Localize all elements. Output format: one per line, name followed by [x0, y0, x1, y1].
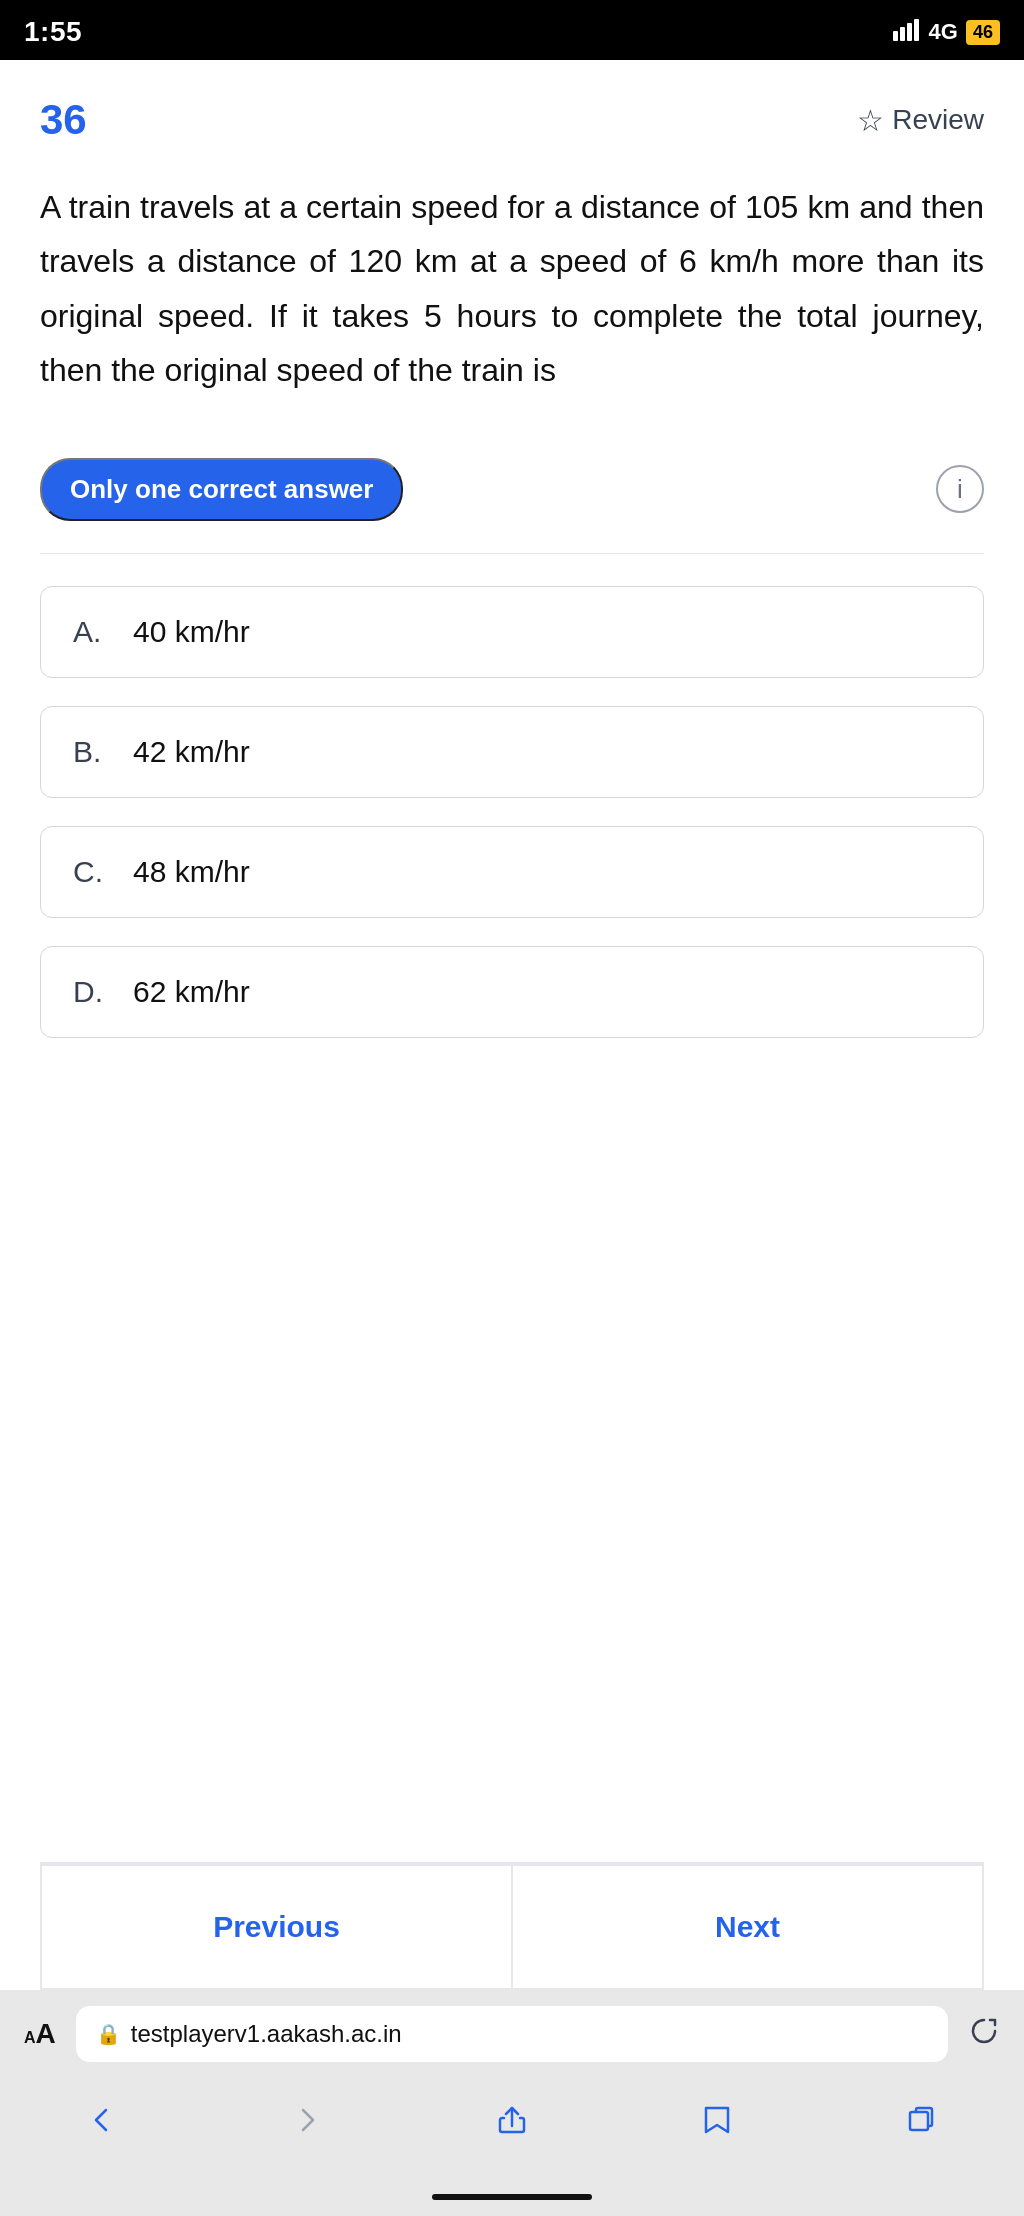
info-symbol: i	[957, 474, 963, 505]
review-button[interactable]: ☆ Review	[857, 103, 984, 138]
browser-bar: AA 🔒 testplayerv1.aakash.ac.in	[0, 1990, 1024, 2078]
font-small-label: A	[24, 2029, 36, 2046]
option-a-label: A.	[73, 615, 113, 649]
status-bar: 1:55 4G 46	[0, 0, 1024, 60]
answer-type-row: Only one correct answer i	[40, 458, 984, 521]
svg-rect-2	[907, 23, 912, 41]
svg-rect-4	[910, 2112, 928, 2130]
question-number: 36	[40, 96, 87, 144]
content-area: 36 ☆ Review A train travels at a certain…	[0, 60, 1024, 1990]
option-a[interactable]: A. 40 km/hr	[40, 586, 984, 678]
status-time: 1:55	[24, 16, 82, 48]
option-b-label: B.	[73, 735, 113, 769]
home-bar	[432, 2194, 592, 2200]
info-icon[interactable]: i	[936, 465, 984, 513]
share-button[interactable]	[476, 2094, 548, 2154]
bookmarks-button[interactable]	[681, 2094, 753, 2154]
option-a-text: 40 km/hr	[133, 615, 250, 649]
option-d-text: 62 km/hr	[133, 975, 250, 1009]
back-button[interactable]	[66, 2094, 138, 2154]
reload-button[interactable]	[968, 2015, 1000, 2054]
url-text: testplayerv1.aakash.ac.in	[131, 2020, 402, 2048]
divider	[40, 553, 984, 554]
star-icon: ☆	[857, 103, 884, 138]
status-icons: 4G 46	[893, 17, 1000, 47]
next-button[interactable]: Next	[512, 1864, 984, 1990]
battery-badge: 46	[966, 20, 1000, 45]
font-big-label: A	[36, 2018, 56, 2049]
answer-type-badge[interactable]: Only one correct answer	[40, 458, 403, 521]
font-size-control[interactable]: AA	[24, 2018, 56, 2050]
svg-rect-0	[893, 31, 898, 41]
previous-button[interactable]: Previous	[40, 1864, 512, 1990]
svg-rect-3	[914, 19, 919, 41]
header-row: 36 ☆ Review	[40, 96, 984, 144]
url-bar[interactable]: 🔒 testplayerv1.aakash.ac.in	[76, 2006, 948, 2062]
nav-row: Previous Next	[40, 1862, 984, 1990]
signal-icon	[893, 17, 921, 47]
forward-button[interactable]	[271, 2094, 343, 2154]
option-c[interactable]: C. 48 km/hr	[40, 826, 984, 918]
question-text: A train travels at a certain speed for a…	[40, 180, 984, 398]
network-label: 4G	[929, 19, 958, 45]
option-c-label: C.	[73, 855, 113, 889]
option-c-text: 48 km/hr	[133, 855, 250, 889]
home-indicator	[0, 2184, 1024, 2216]
option-d-label: D.	[73, 975, 113, 1009]
bottom-nav	[0, 2078, 1024, 2184]
review-label: Review	[892, 104, 984, 136]
option-d[interactable]: D. 62 km/hr	[40, 946, 984, 1038]
option-b-text: 42 km/hr	[133, 735, 250, 769]
tabs-button[interactable]	[886, 2094, 958, 2154]
option-b[interactable]: B. 42 km/hr	[40, 706, 984, 798]
options-list: A. 40 km/hr B. 42 km/hr C. 48 km/hr D. 6…	[40, 586, 984, 1822]
lock-icon: 🔒	[96, 2022, 121, 2046]
svg-rect-1	[900, 27, 905, 41]
